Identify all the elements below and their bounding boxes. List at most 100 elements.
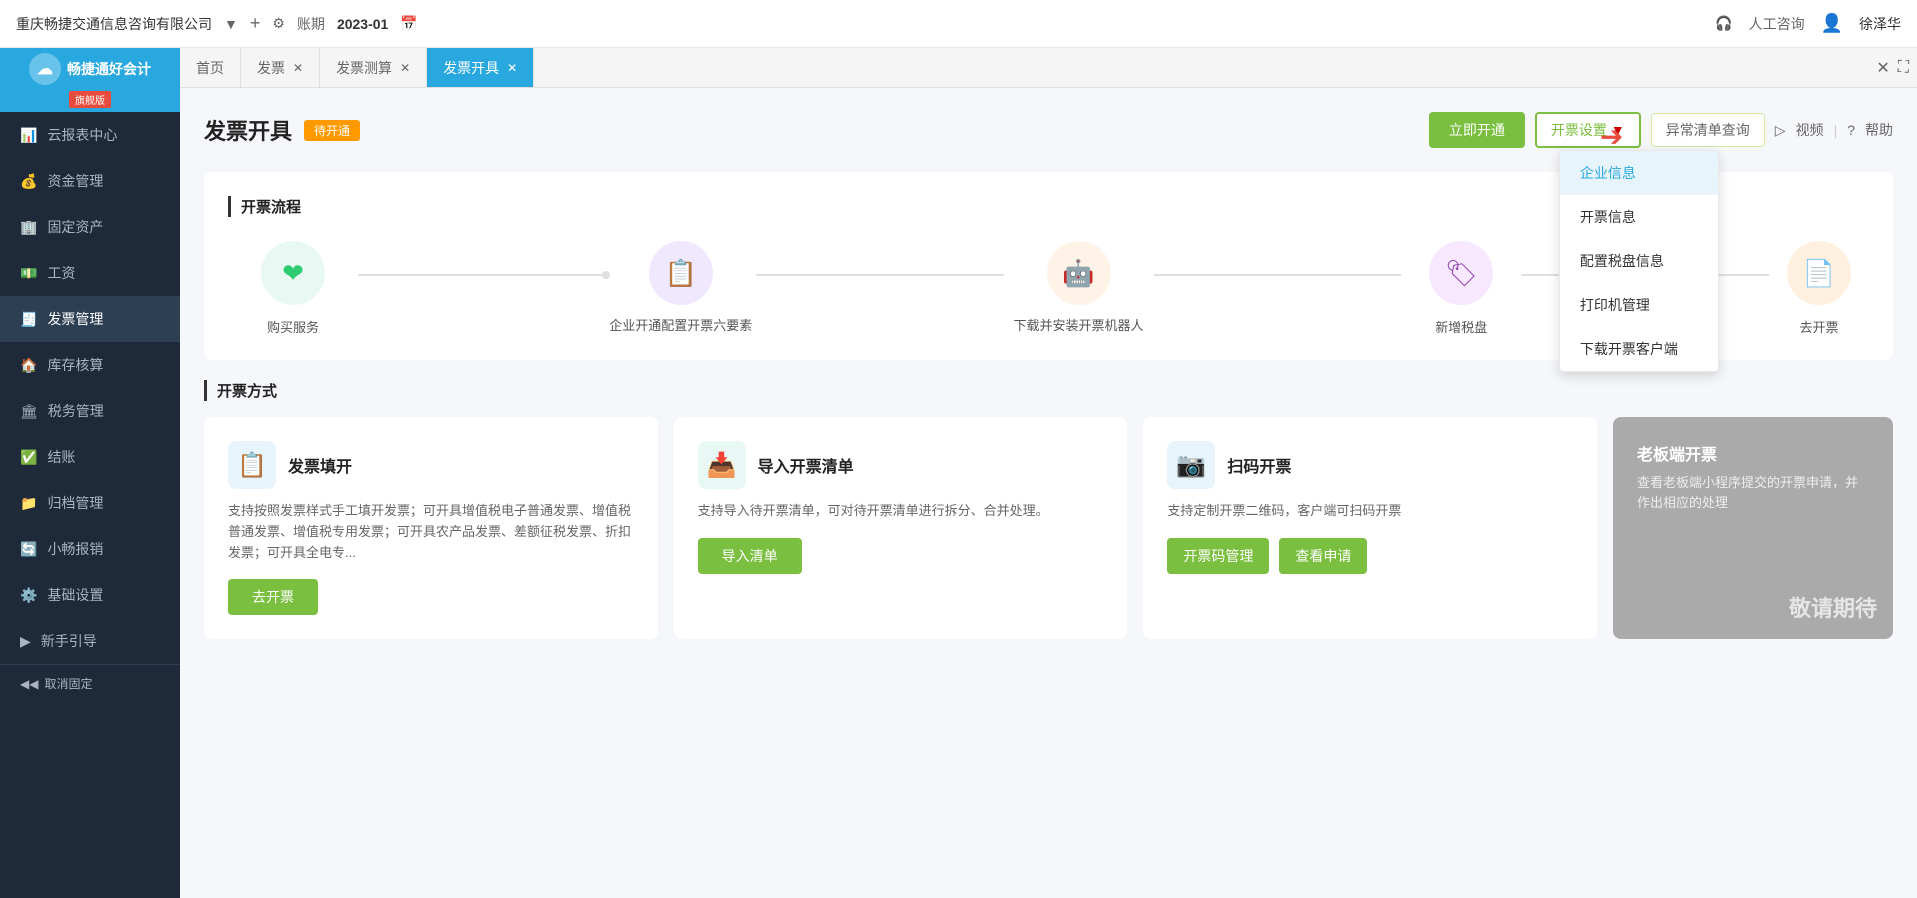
tab-invoice[interactable]: 发票 ✕ <box>241 48 320 87</box>
main-content: 首页 发票 ✕ 发票测算 ✕ 发票开具 ✕ ✕ ⛶ <box>180 48 1917 898</box>
page-header: 发票开具 待开通 立即开通 开票设置 ▼ 异常清单查询 ▷ 视频 | ? 帮助 <box>204 112 1893 148</box>
app-layout: ☁ 畅捷通好会计 旗舰版 📊 云报表中心 💰 资金管理 🏢 固定资产 💵 工资 … <box>0 48 1917 898</box>
step-buy: ❤ 购买服务 <box>228 241 358 336</box>
dropdown-item-invoice-info[interactable]: 开票信息 <box>1560 195 1718 239</box>
dropdown-item-tax-disk[interactable]: 配置税盘信息 <box>1560 239 1718 283</box>
sidebar-item-tax[interactable]: 🏛 税务管理 <box>0 388 180 434</box>
fill-header: 📋 发票填开 <box>228 441 634 489</box>
step-buy-label: 购买服务 <box>267 317 319 336</box>
step-tax-add-label: 新增税盘 <box>1435 317 1487 336</box>
invoice-settings-label: 开票设置 <box>1551 120 1607 140</box>
sidebar-item-cloud-report[interactable]: 📊 云报表中心 <box>0 112 180 158</box>
import-icon: 📥 <box>698 441 746 489</box>
service-icon: 🎧 <box>1715 15 1732 32</box>
inventory-icon: 🏠 <box>20 357 37 374</box>
username: 徐泽华 <box>1859 14 1901 34</box>
sidebar-item-asset[interactable]: 🏢 固定资产 <box>0 204 180 250</box>
methods-section: 开票方式 📋 发票填开 支持按照发票样式手工填开发票；可开具增值税电子普通发票、… <box>204 380 1893 639</box>
boss-overlay: 敬请期待 <box>1789 591 1877 623</box>
step-download-label: 下载并安装开票机器人 <box>1013 317 1143 335</box>
sidebar-item-settle[interactable]: ✅ 结账 <box>0 434 180 480</box>
scan-icon: 📷 <box>1167 441 1215 489</box>
tab-expand[interactable]: ⛶ <box>1898 59 1909 77</box>
tax-icon: 🏛 <box>20 403 38 420</box>
step-buy-icon: ❤ <box>261 241 325 305</box>
top-bar: 重庆畅捷交通信息咨询有限公司 ▼ + ⚙ 账期 2023-01 📅 🎧 人工咨询… <box>0 0 1917 48</box>
video-button[interactable]: 视频 <box>1796 120 1824 140</box>
help-button[interactable]: 帮助 <box>1865 120 1893 140</box>
invoice-settings-button[interactable]: 开票设置 ▼ <box>1535 112 1641 148</box>
guide-icon: ▶ <box>20 633 31 650</box>
exception-button[interactable]: 异常清单查询 <box>1651 113 1765 147</box>
boss-title: 老板端开票 <box>1637 441 1869 465</box>
page-title-area: 发票开具 待开通 <box>204 114 360 146</box>
company-dropdown-icon[interactable]: ▼ <box>224 16 238 32</box>
tab-home-label: 首页 <box>196 58 224 78</box>
step-tax-add: 🏷 新增税盘 <box>1401 241 1521 336</box>
tab-invoice-label: 发票 <box>257 58 285 78</box>
sidebar-logo: ☁ 畅捷通好会计 旗舰版 <box>0 48 180 112</box>
activate-button[interactable]: 立即开通 <box>1429 112 1525 148</box>
tab-home[interactable]: 首页 <box>180 48 241 87</box>
method-card-fill: 📋 发票填开 支持按照发票样式手工填开发票；可开具增值税电子普通发票、增值税普通… <box>204 417 658 639</box>
method-card-boss: 老板端开票 查看老板端小程序提交的开票申请，并作出相应的处理 敬请期待 <box>1613 417 1893 639</box>
method-card-import: 📥 导入开票清单 支持导入待开票清单，可对待开票清单进行拆分、合并处理。 导入清… <box>674 417 1128 639</box>
add-btn[interactable]: + <box>250 13 261 34</box>
invoice-icon: 🧾 <box>20 311 37 328</box>
tab-bar: 首页 发票 ✕ 发票测算 ✕ 发票开具 ✕ ✕ ⛶ <box>180 48 1917 88</box>
dropdown-item-printer[interactable]: 打印机管理 <box>1560 283 1718 327</box>
sidebar-item-fund[interactable]: 💰 资金管理 <box>0 158 180 204</box>
dropdown-item-company-info[interactable]: 企业信息 <box>1560 151 1718 195</box>
sidebar-item-invoice[interactable]: 🧾 发票管理 <box>0 296 180 342</box>
tab-test[interactable]: 发票测算 ✕ <box>320 48 427 87</box>
dropdown-menu: ➔ 企业信息 开票信息 配置税盘信息 打印机管理 下载开票客户端 <box>1559 150 1719 372</box>
company-name: 重庆畅捷交通信息咨询有限公司 <box>16 14 212 34</box>
sidebar-label-salary: 工资 <box>47 263 75 283</box>
step-download-icon: 🤖 <box>1047 241 1111 305</box>
logo-icon: ☁ <box>29 53 61 85</box>
user-avatar-icon: 👤 <box>1821 13 1843 34</box>
sidebar-label-tax: 税务管理 <box>48 401 104 421</box>
tab-close-all[interactable]: ✕ <box>1876 58 1889 78</box>
separator: | <box>1834 122 1838 138</box>
sidebar-item-archive[interactable]: 📁 归档管理 <box>0 480 180 526</box>
tab-bar-right: ✕ ⛶ <box>1868 48 1917 87</box>
sidebar-item-report[interactable]: 🔄 小畅报销 <box>0 526 180 572</box>
tab-invoice-close[interactable]: ✕ <box>293 61 303 75</box>
video-play-icon: ▷ <box>1775 122 1786 139</box>
step-connector-2 <box>756 274 1004 276</box>
step-connector-1 <box>358 274 606 276</box>
sidebar-item-inventory[interactable]: 🏠 库存核算 <box>0 342 180 388</box>
import-button[interactable]: 导入清单 <box>698 538 802 574</box>
scan-header: 📷 扫码开票 <box>1167 441 1573 489</box>
logo-sub: 旗舰版 <box>69 91 111 108</box>
logo-text: 畅捷通好会计 <box>67 59 151 79</box>
dropdown-item-download-client[interactable]: 下载开票客户端 <box>1560 327 1718 371</box>
tab-open[interactable]: 发票开具 ✕ <box>427 48 534 87</box>
step-download: 🤖 下载并安装开票机器人 <box>1004 241 1154 335</box>
calendar-icon[interactable]: 📅 <box>400 15 417 32</box>
collapse-icon[interactable]: ◀◀ <box>20 677 38 691</box>
tab-open-close[interactable]: ✕ <box>507 61 517 75</box>
tab-test-close[interactable]: ✕ <box>400 61 410 75</box>
step-config-label: 企业开通配置开票六要素 <box>609 317 752 335</box>
user-service[interactable]: 人工咨询 <box>1749 14 1805 34</box>
fill-go-button[interactable]: 去开票 <box>228 579 318 615</box>
scan-manage-button[interactable]: 开票码管理 <box>1167 538 1269 574</box>
sidebar-label-guide: 新手引导 <box>41 631 97 651</box>
sidebar-item-guide[interactable]: ▶ 新手引导 <box>0 618 180 664</box>
sidebar-label-invoice: 发票管理 <box>47 309 103 329</box>
scan-buttons: 开票码管理 查看申请 <box>1167 538 1573 574</box>
import-title: 导入开票清单 <box>758 453 854 477</box>
fill-title: 发票填开 <box>288 453 352 477</box>
method-card-scan: 📷 扫码开票 支持定制开票二维码，客户端可扫码开票 开票码管理 查看申请 <box>1143 417 1597 639</box>
sidebar-item-salary[interactable]: 💵 工资 <box>0 250 180 296</box>
archive-icon: 📁 <box>20 495 37 512</box>
collapse-label: 取消固定 <box>44 675 92 692</box>
settings-icon[interactable]: ⚙ <box>272 15 285 32</box>
status-badge: 待开通 <box>304 120 360 141</box>
sidebar-label-asset: 固定资产 <box>47 217 103 237</box>
scan-view-button[interactable]: 查看申请 <box>1279 538 1367 574</box>
step-connector-3 <box>1154 274 1402 276</box>
sidebar-item-settings[interactable]: ⚙️ 基础设置 <box>0 572 180 618</box>
